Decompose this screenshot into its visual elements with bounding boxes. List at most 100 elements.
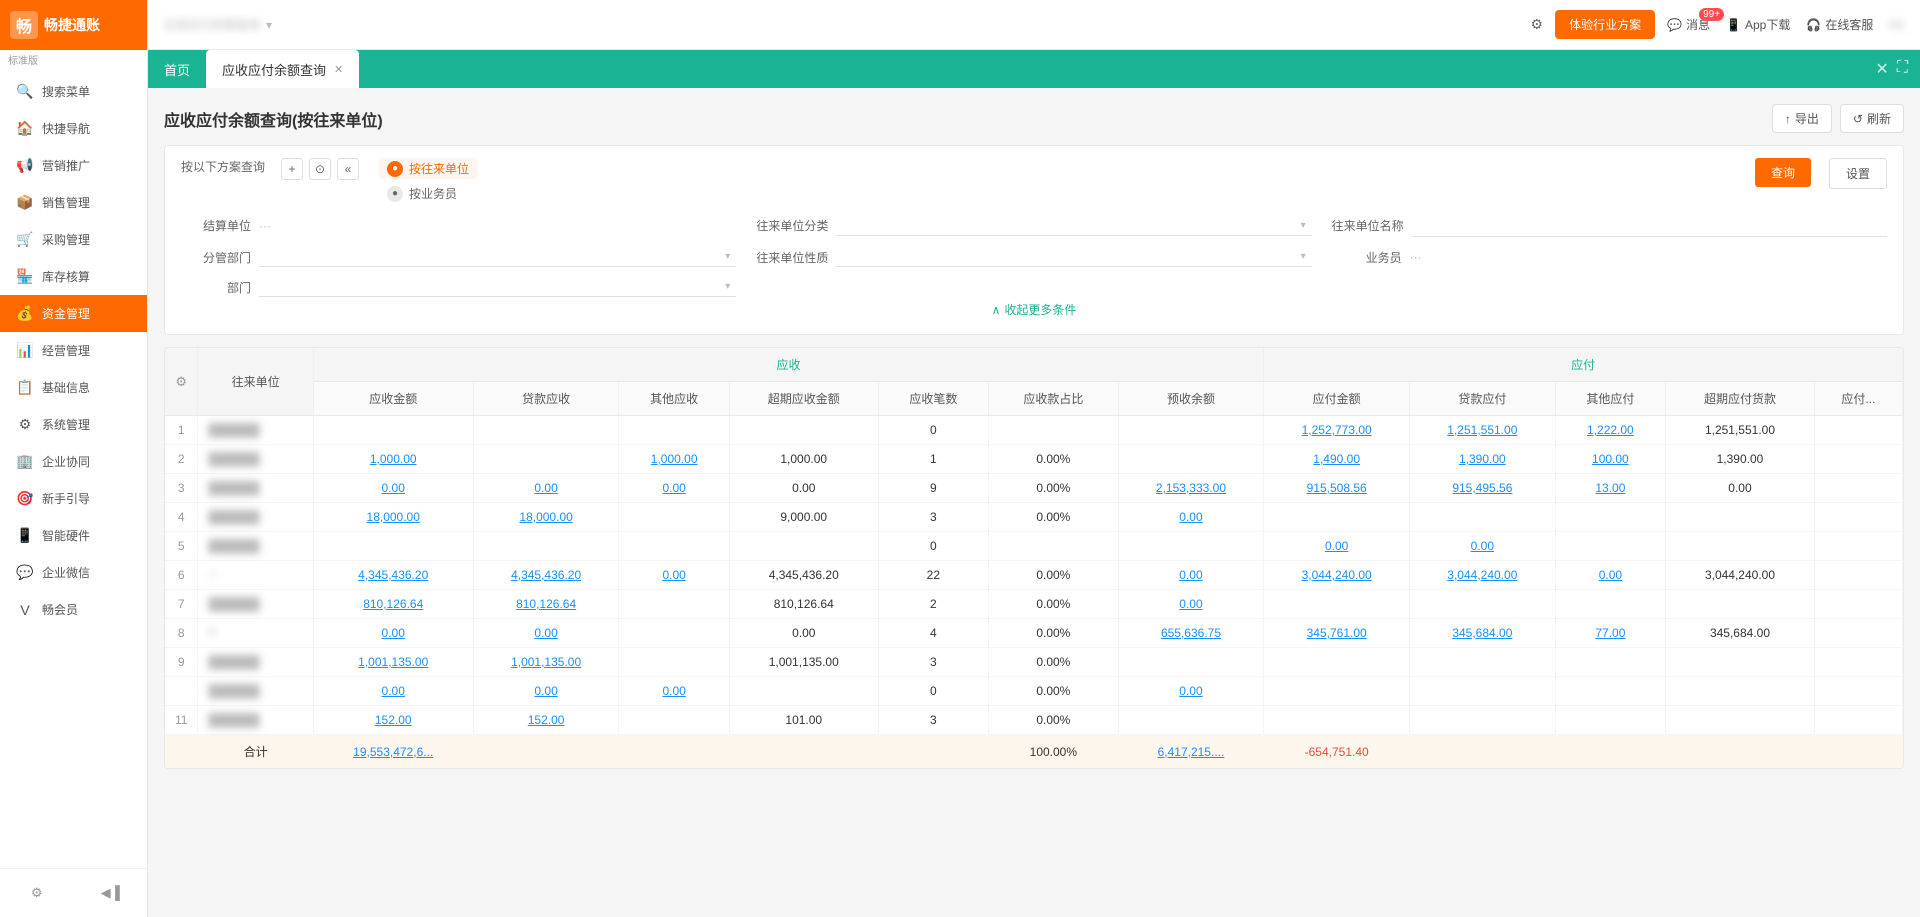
sidebar-item-member[interactable]: V 畅会员 [0,591,147,628]
settings-button[interactable]: 设置 [1829,158,1887,189]
ar-amount-cell[interactable] [313,416,473,445]
ap-amount-cell[interactable]: 345,761.00 [1264,619,1410,648]
table-settings-icon[interactable]: ⚙ [175,374,187,389]
ar-advance-cell[interactable] [1118,706,1264,735]
sidebar-collapse-btn[interactable]: ◀▐ [74,877,148,909]
sidebar-item-sales[interactable]: 📦 销售管理 [0,184,147,221]
ar-advance-cell[interactable] [1118,532,1264,561]
ar-amount-cell[interactable]: 1,001,135.00 [313,648,473,677]
tab-close-icon[interactable]: ✕ [334,63,343,76]
tab-home[interactable]: 首页 [148,50,206,88]
tab-ar-ap[interactable]: 应收应付余额查询 ✕ [206,50,359,88]
ar-amount-cell[interactable] [313,532,473,561]
ap-loan-cell[interactable]: 915,495.56 [1410,474,1556,503]
export-button[interactable]: ↑ 导出 [1772,104,1832,133]
ar-loan-cell[interactable]: 18,000.00 [473,503,619,532]
ar-other-cell[interactable] [619,532,729,561]
unit-category-select[interactable]: ▾ [836,216,1311,236]
ar-advance-cell[interactable]: 0.00 [1118,590,1264,619]
query-button[interactable]: 查询 [1755,158,1811,187]
ap-loan-cell[interactable] [1410,677,1556,706]
ar-advance-cell[interactable]: 0.00 [1118,677,1264,706]
ar-other-cell[interactable] [619,648,729,677]
ap-other-cell[interactable] [1555,503,1665,532]
unit-nature-select[interactable]: ▾ [836,247,1311,267]
sidebar-item-search[interactable]: 🔍 搜索菜单 [0,73,147,110]
ap-other-cell[interactable]: 0.00 [1555,561,1665,590]
sidebar-item-guide[interactable]: 🎯 新手引导 [0,480,147,517]
ar-loan-cell[interactable] [473,445,619,474]
footer-ar-amount[interactable]: 19,553,472,6... [313,735,473,769]
ap-other-cell[interactable] [1555,677,1665,706]
ar-other-cell[interactable] [619,706,729,735]
sidebar-item-purchase[interactable]: 🛒 采购管理 [0,221,147,258]
topbar-app-btn[interactable]: 📱 App下载 [1726,16,1790,33]
ap-other-cell[interactable]: 100.00 [1555,445,1665,474]
ar-amount-cell[interactable]: 0.00 [313,619,473,648]
ap-amount-cell[interactable] [1264,677,1410,706]
ar-loan-cell[interactable]: 810,126.64 [473,590,619,619]
ar-loan-cell[interactable]: 1,001,135.00 [473,648,619,677]
ap-other-cell[interactable] [1555,590,1665,619]
filter-settings-btn[interactable]: ⊙ [309,158,331,180]
ap-loan-cell[interactable] [1410,706,1556,735]
sidebar-settings-btn[interactable]: ⚙ [0,877,74,909]
ar-loan-cell[interactable]: 0.00 [473,677,619,706]
ap-amount-cell[interactable] [1264,706,1410,735]
ap-loan-cell[interactable] [1410,590,1556,619]
refresh-button[interactable]: ↺ 刷新 [1840,104,1904,133]
ap-loan-cell[interactable] [1410,648,1556,677]
sidebar-item-finance[interactable]: 💰 资金管理 [0,295,147,332]
sidebar-item-hardware[interactable]: 📱 智能硬件 [0,517,147,554]
ar-loan-cell[interactable] [473,416,619,445]
ar-amount-cell[interactable]: 152.00 [313,706,473,735]
ar-other-cell[interactable] [619,619,729,648]
ar-amount-cell[interactable]: 810,126.64 [313,590,473,619]
ap-loan-cell[interactable]: 1,390.00 [1410,445,1556,474]
topbar-user[interactable]: Rit [1889,18,1904,32]
ar-advance-cell[interactable] [1118,648,1264,677]
ap-amount-cell[interactable]: 0.00 [1264,532,1410,561]
ap-amount-cell[interactable]: 1,490.00 [1264,445,1410,474]
tabbar-close-btn[interactable]: ✕ [1875,59,1888,79]
ap-other-cell[interactable] [1555,648,1665,677]
ap-other-cell[interactable] [1555,706,1665,735]
breadcrumb-arrow[interactable]: ▾ [266,18,272,32]
filter-scheme-by-salesman[interactable]: ● 按业务员 [379,183,477,204]
sidebar-item-basic-info[interactable]: 📋 基础信息 [0,369,147,406]
sidebar-item-enterprise[interactable]: 🏢 企业协同 [0,443,147,480]
ar-loan-cell[interactable]: 0.00 [473,619,619,648]
ap-amount-cell[interactable]: 3,044,240.00 [1264,561,1410,590]
ar-advance-cell[interactable]: 2,153,333.00 [1118,474,1264,503]
ar-loan-cell[interactable] [473,532,619,561]
unit-name-input[interactable] [1412,214,1887,237]
ap-amount-cell[interactable] [1264,590,1410,619]
ap-other-cell[interactable] [1555,532,1665,561]
ar-advance-cell[interactable]: 0.00 [1118,561,1264,590]
sidebar-item-marketing[interactable]: 📢 营销推广 [0,147,147,184]
ar-amount-cell[interactable]: 0.00 [313,474,473,503]
tabbar-expand-btn[interactable]: ⛶ [1897,59,1908,79]
ar-loan-cell[interactable]: 152.00 [473,706,619,735]
sidebar-item-wechat[interactable]: 💬 企业微信 [0,554,147,591]
ar-other-cell[interactable] [619,503,729,532]
filter-collapse-btn[interactable]: ∧ 收起更多条件 [181,297,1887,322]
ap-other-cell[interactable]: 1,222.00 [1555,416,1665,445]
ar-other-cell[interactable]: 0.00 [619,561,729,590]
ap-amount-cell[interactable]: 915,508.56 [1264,474,1410,503]
sidebar-item-quick-nav[interactable]: 🏠 快捷导航 [0,110,147,147]
ar-loan-cell[interactable]: 0.00 [473,474,619,503]
ar-amount-cell[interactable]: 0.00 [313,677,473,706]
dept-select[interactable]: ▾ [259,277,736,297]
footer-ar-advance[interactable]: 6,417,215.... [1118,735,1264,769]
ar-other-cell[interactable] [619,416,729,445]
topbar-msg-btn[interactable]: 💬 消息 99+ [1667,16,1710,33]
ap-other-cell[interactable]: 77.00 [1555,619,1665,648]
sidebar-item-system[interactable]: ⚙ 系统管理 [0,406,147,443]
ap-loan-cell[interactable]: 345,684.00 [1410,619,1556,648]
ar-advance-cell[interactable] [1118,416,1264,445]
sidebar-item-inventory[interactable]: 🏪 库存核算 [0,258,147,295]
topbar-promo-btn[interactable]: 体验行业方案 [1555,10,1655,39]
filter-collapse-left-btn[interactable]: « [337,158,359,180]
ap-loan-cell[interactable]: 1,251,551.00 [1410,416,1556,445]
